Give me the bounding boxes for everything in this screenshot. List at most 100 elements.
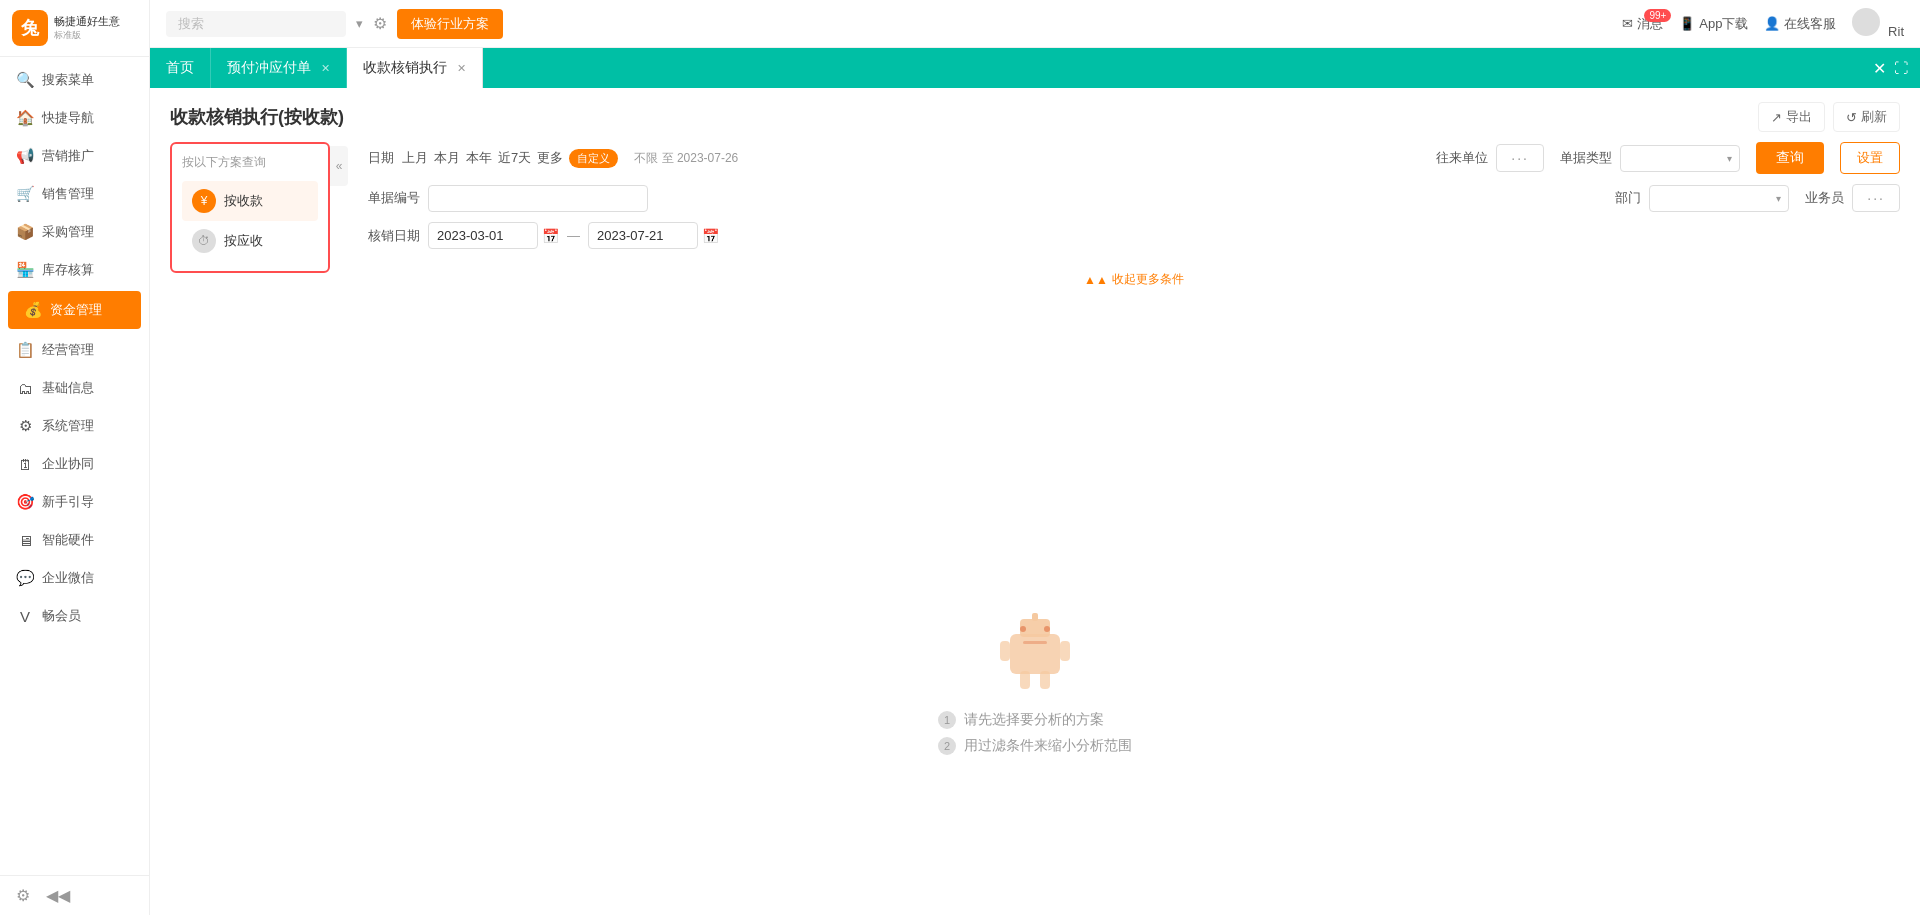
tab-receipt-close-icon[interactable]: ✕: [457, 62, 466, 75]
sidebar-item-智能硬件[interactable]: 🖥智能硬件: [0, 521, 149, 559]
service-icon: 👤: [1764, 16, 1780, 31]
svg-point-3: [1020, 626, 1026, 632]
empty-state: 1 请先选择要分析的方案 2 用过滤条件来缩小分析范围: [150, 499, 1920, 916]
settings-icon[interactable]: ⚙: [16, 886, 30, 905]
staff-label: 业务员: [1805, 189, 1844, 207]
sidebar-item-销售管理[interactable]: 🛒销售管理: [0, 175, 149, 213]
tab-receipt-label: 收款核销执行: [363, 59, 447, 77]
sidebar-logo: 兔 畅捷通好生意 标准版: [0, 0, 149, 57]
sidebar-item-企业协同[interactable]: 🗓企业协同: [0, 445, 149, 483]
sidebar-item-经营管理[interactable]: 📋经营管理: [0, 331, 149, 369]
message-icon: ✉: [1622, 16, 1633, 31]
user-info[interactable]: Rit: [1852, 8, 1904, 39]
sidebar-item-资金管理[interactable]: 💰资金管理: [8, 291, 141, 329]
nav-icon-7: 📋: [16, 341, 34, 359]
export-icon: ↗: [1771, 110, 1782, 125]
tab-expand-icon[interactable]: ⛶: [1894, 60, 1908, 76]
tab-close-all-icon[interactable]: ✕: [1873, 59, 1886, 78]
sidebar-item-库存核算[interactable]: 🏪库存核算: [0, 251, 149, 289]
app-download-icon: 📱: [1679, 16, 1695, 31]
receivable-icon: ⏱: [192, 229, 216, 253]
sidebar-nav: 🔍搜索菜单🏠快捷导航📢营销推广🛒销售管理📦采购管理🏪库存核算💰资金管理📋经营管理…: [0, 57, 149, 875]
sidebar-item-搜索菜单[interactable]: 🔍搜索菜单: [0, 61, 149, 99]
svg-rect-5: [1023, 641, 1047, 644]
main-area: 搜索 ▾ ⚙ 体验行业方案 ✉ 消息 99+ 📱 App下载 👤 在线客服 Ri…: [150, 0, 1920, 915]
calendar-end-icon[interactable]: 📅: [702, 228, 719, 244]
doc-type-select[interactable]: [1620, 145, 1740, 172]
verify-date-end-input[interactable]: [588, 222, 698, 249]
tab-receipt-verify[interactable]: 收款核销执行 ✕: [347, 48, 483, 88]
sidebar-item-营销推广[interactable]: 📢营销推广: [0, 137, 149, 175]
staff-input[interactable]: ···: [1852, 184, 1900, 212]
dept-label: 部门: [1615, 189, 1641, 207]
topbar-chevron-icon[interactable]: ▾: [356, 16, 363, 31]
sidebar-item-快捷导航[interactable]: 🏠快捷导航: [0, 99, 149, 137]
empty-tips: 1 请先选择要分析的方案 2 用过滤条件来缩小分析范围: [938, 711, 1132, 755]
sidebar-item-企业微信[interactable]: 💬企业微信: [0, 559, 149, 597]
setting-button[interactable]: 设置: [1840, 142, 1900, 174]
tip-text-2: 用过滤条件来缩小分析范围: [964, 737, 1132, 755]
filter-option-by-receipt[interactable]: ¥ 按收款: [182, 181, 318, 221]
doc-no-label: 单据编号: [368, 189, 420, 207]
app-download-button[interactable]: 📱 App下载: [1679, 15, 1748, 33]
nav-icon-2: 📢: [16, 147, 34, 165]
collapse-sidebar-icon[interactable]: ◀◀: [46, 886, 70, 905]
sidebar-item-系统管理[interactable]: ⚙系统管理: [0, 407, 149, 445]
svg-point-4: [1044, 626, 1050, 632]
export-button[interactable]: ↗ 导出: [1758, 102, 1825, 132]
doc-type-field: 单据类型 ▾: [1560, 145, 1740, 172]
nav-icon-3: 🛒: [16, 185, 34, 203]
query-button[interactable]: 查询: [1756, 142, 1824, 174]
nav-icon-4: 📦: [16, 223, 34, 241]
shortcut-this-year[interactable]: 本年: [466, 149, 492, 167]
app-download-label: App下载: [1699, 15, 1748, 33]
custom-date-tag[interactable]: 自定义: [569, 149, 618, 168]
counterpart-input[interactable]: ···: [1496, 144, 1544, 172]
receipt-option-label: 按收款: [224, 192, 263, 210]
sidebar-item-基础信息[interactable]: 🗂基础信息: [0, 369, 149, 407]
sidebar-item-畅会员[interactable]: V畅会员: [0, 597, 149, 635]
user-name: Rit: [1888, 24, 1904, 39]
doc-no-input[interactable]: [428, 185, 648, 212]
shortcut-last-month[interactable]: 上月: [402, 149, 428, 167]
svg-rect-8: [1020, 671, 1030, 689]
filter-option-by-receivable[interactable]: ⏱ 按应收: [182, 221, 318, 261]
tab-prepay[interactable]: 预付冲应付单 ✕: [211, 48, 347, 88]
filter-panel: 按以下方案查询 ¥ 按收款 ⏱ 按应收 «: [150, 142, 1920, 499]
sidebar-item-采购管理[interactable]: 📦采购管理: [0, 213, 149, 251]
empty-illustration: [985, 599, 1085, 699]
counterpart-field: 往来单位 ···: [1436, 144, 1544, 172]
refresh-button[interactable]: ↺ 刷新: [1833, 102, 1900, 132]
sidebar-item-新手引导[interactable]: 🎯新手引导: [0, 483, 149, 521]
shortcut-more[interactable]: 更多: [537, 149, 563, 167]
shortcut-7days[interactable]: 近7天: [498, 149, 531, 167]
topbar-gear-icon[interactable]: ⚙: [373, 14, 387, 33]
dept-select-wrap: ▾: [1649, 185, 1789, 212]
dept-select[interactable]: [1649, 185, 1789, 212]
filter-row-2: 单据编号 部门 ▾: [368, 184, 1900, 212]
app-logo-icon: 兔: [12, 10, 48, 46]
calendar-start-icon[interactable]: 📅: [542, 228, 559, 244]
tip-num-1: 1: [938, 711, 956, 729]
verify-date-start-input[interactable]: [428, 222, 538, 249]
page-title: 收款核销执行(按收款): [170, 105, 344, 129]
nav-icon-1: 🏠: [16, 109, 34, 127]
app-name-block: 畅捷通好生意 标准版: [54, 14, 120, 41]
page-actions: ↗ 导出 ↺ 刷新: [1758, 102, 1900, 132]
online-service-button[interactable]: 👤 在线客服: [1764, 15, 1836, 33]
service-label: 在线客服: [1784, 15, 1836, 33]
filter-scheme-panel: 按以下方案查询 ¥ 按收款 ⏱ 按应收: [170, 142, 330, 273]
collapse-panel-button[interactable]: «: [330, 146, 348, 186]
tab-home[interactable]: 首页: [150, 48, 211, 88]
sidebar-bottom: ⚙ ◀◀: [0, 875, 149, 915]
nav-icon-10: 🗓: [16, 456, 34, 473]
refresh-icon: ↺: [1846, 110, 1857, 125]
tab-prepay-close-icon[interactable]: ✕: [321, 62, 330, 75]
industry-solution-button[interactable]: 体验行业方案: [397, 9, 503, 39]
shortcut-this-month[interactable]: 本月: [434, 149, 460, 167]
message-button[interactable]: ✉ 消息 99+: [1622, 15, 1663, 33]
nav-icon-8: 🗂: [16, 380, 34, 397]
collapse-more-button[interactable]: ▲▲ 收起更多条件: [368, 263, 1900, 296]
svg-rect-7: [1060, 641, 1070, 661]
tip-num-2: 2: [938, 737, 956, 755]
